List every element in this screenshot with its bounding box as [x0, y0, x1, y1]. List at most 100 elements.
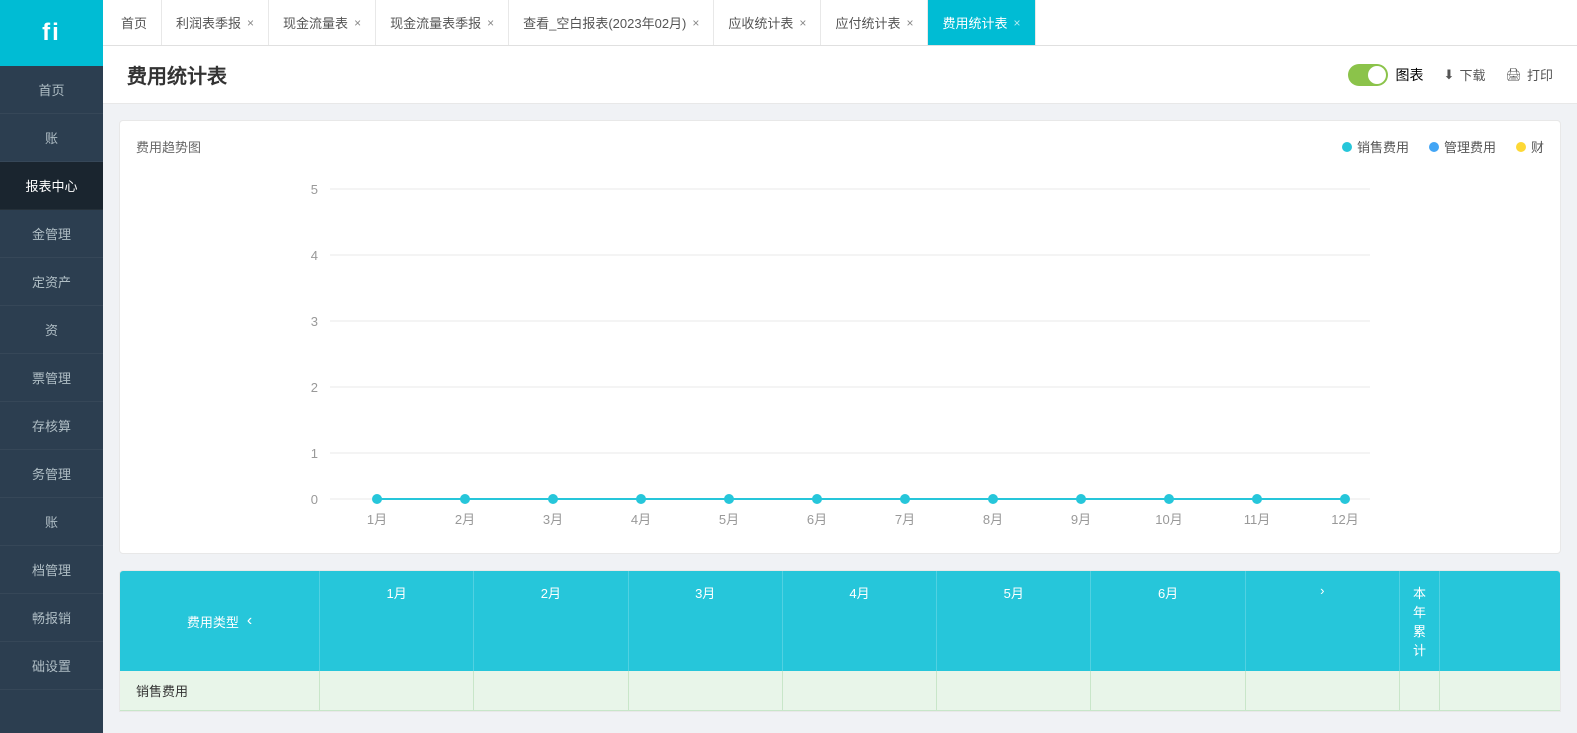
table-header: 费用类型 ‹ 1月 2月 3月 4月 5月 6月 › 本年累计	[120, 571, 1560, 671]
legend-label-finance: 财	[1531, 137, 1544, 156]
legend-item-finance: 财	[1516, 137, 1544, 156]
svg-text:4: 4	[311, 248, 318, 263]
sidebar-item-ledger[interactable]: 账	[0, 498, 103, 546]
legend-label-admin: 管理费用	[1444, 137, 1496, 156]
td-m6	[1091, 671, 1245, 710]
svg-text:3: 3	[311, 314, 318, 329]
th-month1: 1月	[320, 571, 474, 671]
tab-receivable[interactable]: 应收统计表 ×	[714, 0, 821, 45]
tab-payable[interactable]: 应付统计表 ×	[821, 0, 928, 45]
download-icon: ⬇	[1444, 67, 1455, 83]
tab-cashflow-close[interactable]: ×	[354, 16, 361, 30]
chart-header: 费用趋势图 销售费用 管理费用 财	[136, 137, 1544, 156]
th-month5: 5月	[937, 571, 1091, 671]
legend-dot-admin	[1429, 142, 1439, 152]
chart-svg-wrap: 5 4 3 2 1 0	[136, 164, 1544, 537]
tab-profit[interactable]: 利润表季报 ×	[162, 0, 269, 45]
sidebar-item-fund-management[interactable]: 金管理	[0, 210, 103, 258]
tab-home[interactable]: 首页	[107, 0, 162, 45]
svg-text:4月: 4月	[631, 512, 651, 527]
th-month6: 6月	[1091, 571, 1245, 671]
print-icon: 🖨	[1505, 67, 1522, 83]
tab-blank-report-close[interactable]: ×	[692, 16, 699, 30]
svg-text:8月: 8月	[983, 512, 1003, 527]
table-body: 销售费用	[120, 671, 1560, 711]
svg-text:2: 2	[311, 380, 318, 395]
print-label: 打印	[1527, 65, 1553, 84]
th-next-arrow[interactable]: ›	[1246, 571, 1400, 671]
th-month3: 3月	[629, 571, 783, 671]
chart-svg: 5 4 3 2 1 0	[136, 164, 1544, 534]
tab-cashflow[interactable]: 现金流量表 ×	[269, 0, 376, 45]
td-m1	[320, 671, 474, 710]
tab-cashflow-label: 现金流量表	[283, 13, 348, 32]
svg-text:3月: 3月	[543, 512, 563, 527]
svg-text:7月: 7月	[895, 512, 915, 527]
tab-expense-label: 费用统计表	[942, 13, 1007, 32]
td-m2	[474, 671, 628, 710]
sidebar-item-archive-management[interactable]: 档管理	[0, 546, 103, 594]
th-month2: 2月	[474, 571, 628, 671]
sidebar-item-fixed-assets[interactable]: 定资产	[0, 258, 103, 306]
tab-blank-report-label: 查看_空白报表(2023年02月)	[523, 13, 686, 32]
sidebar-item-home[interactable]: 首页	[0, 66, 103, 114]
sidebar-item-service-management[interactable]: 务管理	[0, 450, 103, 498]
td-m3	[629, 671, 783, 710]
legend-item-sales: 销售费用	[1342, 137, 1409, 156]
header-actions: 图表 ⬇ 下载 🖨 打印	[1348, 64, 1553, 86]
tab-bar: 首页 利润表季报 × 现金流量表 × 现金流量表季报 × 查看_空白报表(202…	[103, 0, 1577, 46]
th-type: 费用类型 ‹	[120, 571, 320, 671]
tab-receivable-close[interactable]: ×	[799, 16, 806, 30]
legend-dot-finance	[1516, 142, 1526, 152]
sidebar-item-invoice-management[interactable]: 票管理	[0, 354, 103, 402]
chart-toggle[interactable]	[1348, 64, 1388, 86]
download-button[interactable]: ⬇ 下载	[1444, 65, 1486, 84]
sidebar-item-account[interactable]: 账	[0, 114, 103, 162]
svg-text:1月: 1月	[367, 512, 387, 527]
tab-receivable-label: 应收统计表	[728, 13, 793, 32]
data-table-wrap: 费用类型 ‹ 1月 2月 3月 4月 5月 6月 › 本年累计 销售费用	[119, 570, 1561, 712]
sidebar-logo: fi	[0, 0, 103, 66]
legend-label-sales: 销售费用	[1357, 137, 1409, 156]
prev-arrow[interactable]: ‹	[247, 612, 252, 630]
sidebar-item-capital[interactable]: 资	[0, 306, 103, 354]
legend-dot-sales	[1342, 142, 1352, 152]
td-arrow-cell	[1246, 671, 1400, 710]
tab-home-label: 首页	[121, 13, 147, 32]
td-annual	[1400, 671, 1440, 710]
tab-blank-report[interactable]: 查看_空白报表(2023年02月) ×	[509, 0, 714, 45]
tab-expense[interactable]: 费用统计表 ×	[928, 0, 1035, 45]
chart-legend: 销售费用 管理费用 财	[1342, 137, 1544, 156]
tab-cashflow-quarterly-label: 现金流量表季报	[390, 13, 481, 32]
chart-toggle-wrap: 图表	[1348, 64, 1424, 86]
tab-cashflow-quarterly[interactable]: 现金流量表季报 ×	[376, 0, 509, 45]
tab-expense-close[interactable]: ×	[1013, 16, 1020, 30]
sidebar-item-report-center[interactable]: 报表中心	[0, 162, 103, 210]
th-month4: 4月	[783, 571, 937, 671]
td-m5	[937, 671, 1091, 710]
print-button[interactable]: 🖨 打印	[1505, 65, 1553, 84]
svg-text:0: 0	[311, 492, 318, 507]
tab-profit-label: 利润表季报	[176, 13, 241, 32]
tab-payable-close[interactable]: ×	[906, 16, 913, 30]
svg-text:9月: 9月	[1071, 512, 1091, 527]
th-type-label: 费用类型	[187, 612, 239, 631]
sidebar-item-basic-settings[interactable]: 础设置	[0, 642, 103, 690]
sidebar-item-reimbursement[interactable]: 畅报销	[0, 594, 103, 642]
page-title: 费用统计表	[127, 60, 227, 89]
svg-text:1: 1	[311, 446, 318, 461]
chart-title: 费用趋势图	[136, 137, 201, 156]
th-annual: 本年累计	[1400, 571, 1440, 671]
download-label: 下载	[1459, 65, 1485, 84]
page-content: 费用统计表 图表 ⬇ 下载 🖨 打印 费用趋势图	[103, 46, 1577, 733]
svg-text:5: 5	[311, 182, 318, 197]
table-row: 销售费用	[120, 671, 1560, 711]
svg-text:10月: 10月	[1155, 512, 1182, 527]
svg-text:12月: 12月	[1331, 512, 1358, 527]
tab-profit-close[interactable]: ×	[247, 16, 254, 30]
tab-cashflow-quarterly-close[interactable]: ×	[487, 16, 494, 30]
chart-area: 费用趋势图 销售费用 管理费用 财	[119, 120, 1561, 554]
td-type: 销售费用	[120, 671, 320, 710]
sidebar-item-inventory[interactable]: 存核算	[0, 402, 103, 450]
td-m4	[783, 671, 937, 710]
